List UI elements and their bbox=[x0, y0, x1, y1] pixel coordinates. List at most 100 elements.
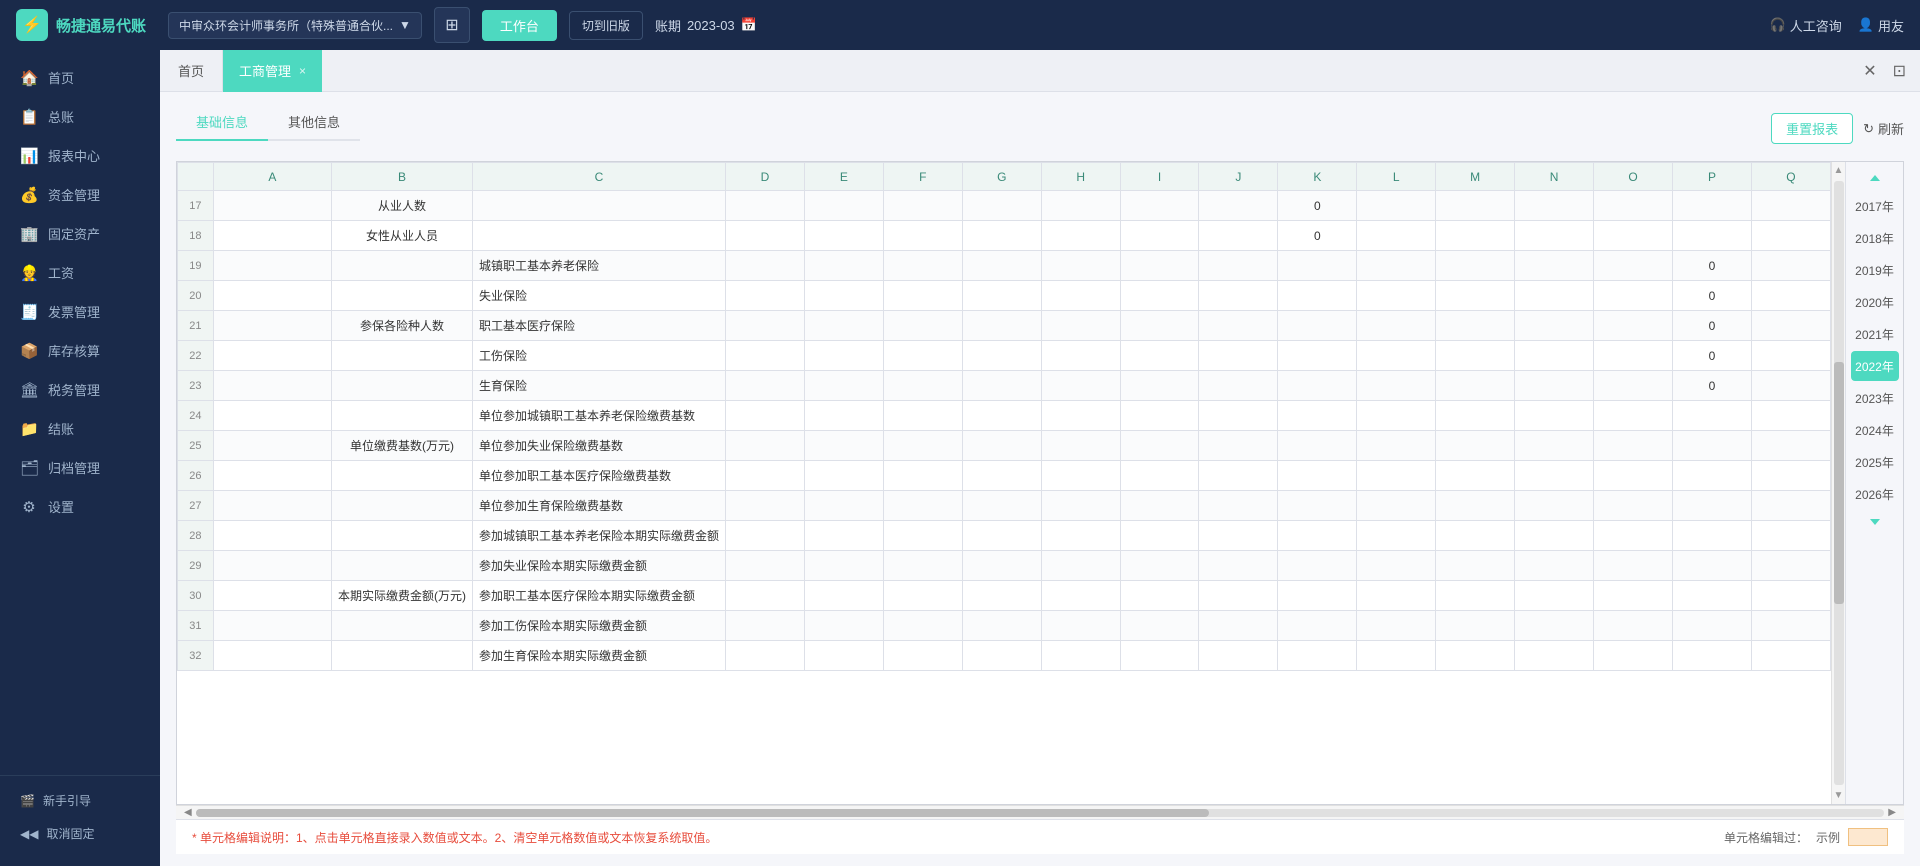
cell-28-k[interactable] bbox=[1278, 521, 1357, 551]
cell-22-l[interactable] bbox=[1357, 341, 1436, 371]
user-menu[interactable]: 👤 用友 bbox=[1858, 16, 1904, 35]
cell-19-l[interactable] bbox=[1357, 251, 1436, 281]
year-scroll-up[interactable] bbox=[1857, 166, 1893, 190]
cell-32-c[interactable]: 参加生育保险本期实际缴费金额 bbox=[472, 641, 725, 671]
cell-26-e[interactable] bbox=[804, 461, 883, 491]
cell-30-e[interactable] bbox=[804, 581, 883, 611]
cell-27-e[interactable] bbox=[804, 491, 883, 521]
sidebar-item-tax[interactable]: 🏛 税务管理 bbox=[0, 370, 160, 409]
cell-25-a[interactable] bbox=[213, 431, 331, 461]
cell-31-j[interactable] bbox=[1199, 611, 1278, 641]
cell-19-g[interactable] bbox=[962, 251, 1041, 281]
cell-29-b[interactable] bbox=[331, 551, 472, 581]
cell-19-c[interactable]: 城镇职工基本养老保险 bbox=[472, 251, 725, 281]
cell-32-g[interactable] bbox=[962, 641, 1041, 671]
cell-31-b[interactable] bbox=[331, 611, 472, 641]
cell-17-g[interactable] bbox=[962, 191, 1041, 221]
cell-17-i[interactable] bbox=[1120, 191, 1199, 221]
cell-20-h[interactable] bbox=[1041, 281, 1120, 311]
cell-23-k[interactable] bbox=[1278, 371, 1357, 401]
cell-24-i[interactable] bbox=[1120, 401, 1199, 431]
cell-30-p[interactable] bbox=[1673, 581, 1752, 611]
cell-30-a[interactable] bbox=[213, 581, 331, 611]
cell-20-e[interactable] bbox=[804, 281, 883, 311]
cell-19-k[interactable] bbox=[1278, 251, 1357, 281]
cell-23-i[interactable] bbox=[1120, 371, 1199, 401]
cell-26-h[interactable] bbox=[1041, 461, 1120, 491]
cell-32-a[interactable] bbox=[213, 641, 331, 671]
cell-28-c[interactable]: 参加城镇职工基本养老保险本期实际缴费金额 bbox=[472, 521, 725, 551]
cell-23-o[interactable] bbox=[1594, 371, 1673, 401]
cell-31-n[interactable] bbox=[1515, 611, 1594, 641]
cell-25-d[interactable] bbox=[726, 431, 805, 461]
sidebar-item-inventory[interactable]: 📦 库存核算 bbox=[0, 331, 160, 370]
cell-27-g[interactable] bbox=[962, 491, 1041, 521]
cell-21-b[interactable]: 参保各险种人数 bbox=[331, 311, 472, 341]
cell-30-k[interactable] bbox=[1278, 581, 1357, 611]
cell-29-a[interactable] bbox=[213, 551, 331, 581]
hscroll-bar[interactable]: ◀ ▶ bbox=[176, 805, 1904, 819]
cell-20-g[interactable] bbox=[962, 281, 1041, 311]
cell-18-e[interactable] bbox=[804, 221, 883, 251]
calendar-icon[interactable]: 📅 bbox=[741, 17, 757, 33]
cell-20-q[interactable] bbox=[1751, 281, 1830, 311]
cell-26-b[interactable] bbox=[331, 461, 472, 491]
cell-23-p[interactable]: 0 bbox=[1673, 371, 1752, 401]
year-item-2025[interactable]: 2025年 bbox=[1851, 447, 1899, 477]
cell-29-o[interactable] bbox=[1594, 551, 1673, 581]
cell-28-h[interactable] bbox=[1041, 521, 1120, 551]
cell-17-d[interactable] bbox=[726, 191, 805, 221]
cell-24-f[interactable] bbox=[883, 401, 962, 431]
cell-30-i[interactable] bbox=[1120, 581, 1199, 611]
cell-27-l[interactable] bbox=[1357, 491, 1436, 521]
cell-32-l[interactable] bbox=[1357, 641, 1436, 671]
cell-18-b[interactable]: 女性从业人员 bbox=[331, 221, 472, 251]
cell-17-m[interactable] bbox=[1436, 191, 1515, 221]
cell-21-q[interactable] bbox=[1751, 311, 1830, 341]
cell-18-g[interactable] bbox=[962, 221, 1041, 251]
window-expand-btn[interactable]: ⊡ bbox=[1889, 57, 1910, 85]
year-item-2023[interactable]: 2023年 bbox=[1851, 383, 1899, 413]
cell-20-b[interactable] bbox=[331, 281, 472, 311]
cell-17-p[interactable] bbox=[1673, 191, 1752, 221]
cell-28-b[interactable] bbox=[331, 521, 472, 551]
cell-21-f[interactable] bbox=[883, 311, 962, 341]
cell-19-h[interactable] bbox=[1041, 251, 1120, 281]
cell-29-q[interactable] bbox=[1751, 551, 1830, 581]
cell-23-d[interactable] bbox=[726, 371, 805, 401]
cell-18-a[interactable] bbox=[213, 221, 331, 251]
cell-29-k[interactable] bbox=[1278, 551, 1357, 581]
year-item-2022[interactable]: 2022年 bbox=[1851, 351, 1899, 381]
cell-26-k[interactable] bbox=[1278, 461, 1357, 491]
cell-28-d[interactable] bbox=[726, 521, 805, 551]
cell-22-m[interactable] bbox=[1436, 341, 1515, 371]
year-item-2017[interactable]: 2017年 bbox=[1851, 191, 1899, 221]
cell-30-n[interactable] bbox=[1515, 581, 1594, 611]
cell-23-h[interactable] bbox=[1041, 371, 1120, 401]
cell-23-j[interactable] bbox=[1199, 371, 1278, 401]
cell-26-l[interactable] bbox=[1357, 461, 1436, 491]
cell-22-e[interactable] bbox=[804, 341, 883, 371]
cell-27-m[interactable] bbox=[1436, 491, 1515, 521]
cell-25-g[interactable] bbox=[962, 431, 1041, 461]
cell-32-p[interactable] bbox=[1673, 641, 1752, 671]
cell-18-m[interactable] bbox=[1436, 221, 1515, 251]
cell-25-l[interactable] bbox=[1357, 431, 1436, 461]
cell-24-a[interactable] bbox=[213, 401, 331, 431]
cell-20-l[interactable] bbox=[1357, 281, 1436, 311]
year-scroll-down[interactable] bbox=[1857, 510, 1893, 534]
cell-23-c[interactable]: 生育保险 bbox=[472, 371, 725, 401]
cell-25-c[interactable]: 单位参加失业保险缴费基数 bbox=[472, 431, 725, 461]
cell-30-l[interactable] bbox=[1357, 581, 1436, 611]
sidebar-item-finance[interactable]: 💰 资金管理 bbox=[0, 175, 160, 214]
cell-31-l[interactable] bbox=[1357, 611, 1436, 641]
cell-30-o[interactable] bbox=[1594, 581, 1673, 611]
cell-19-f[interactable] bbox=[883, 251, 962, 281]
cell-30-b[interactable]: 本期实际缴费金额(万元) bbox=[331, 581, 472, 611]
cell-27-n[interactable] bbox=[1515, 491, 1594, 521]
cell-27-d[interactable] bbox=[726, 491, 805, 521]
cell-22-b[interactable] bbox=[331, 341, 472, 371]
year-item-2024[interactable]: 2024年 bbox=[1851, 415, 1899, 445]
cell-32-i[interactable] bbox=[1120, 641, 1199, 671]
cell-23-b[interactable] bbox=[331, 371, 472, 401]
